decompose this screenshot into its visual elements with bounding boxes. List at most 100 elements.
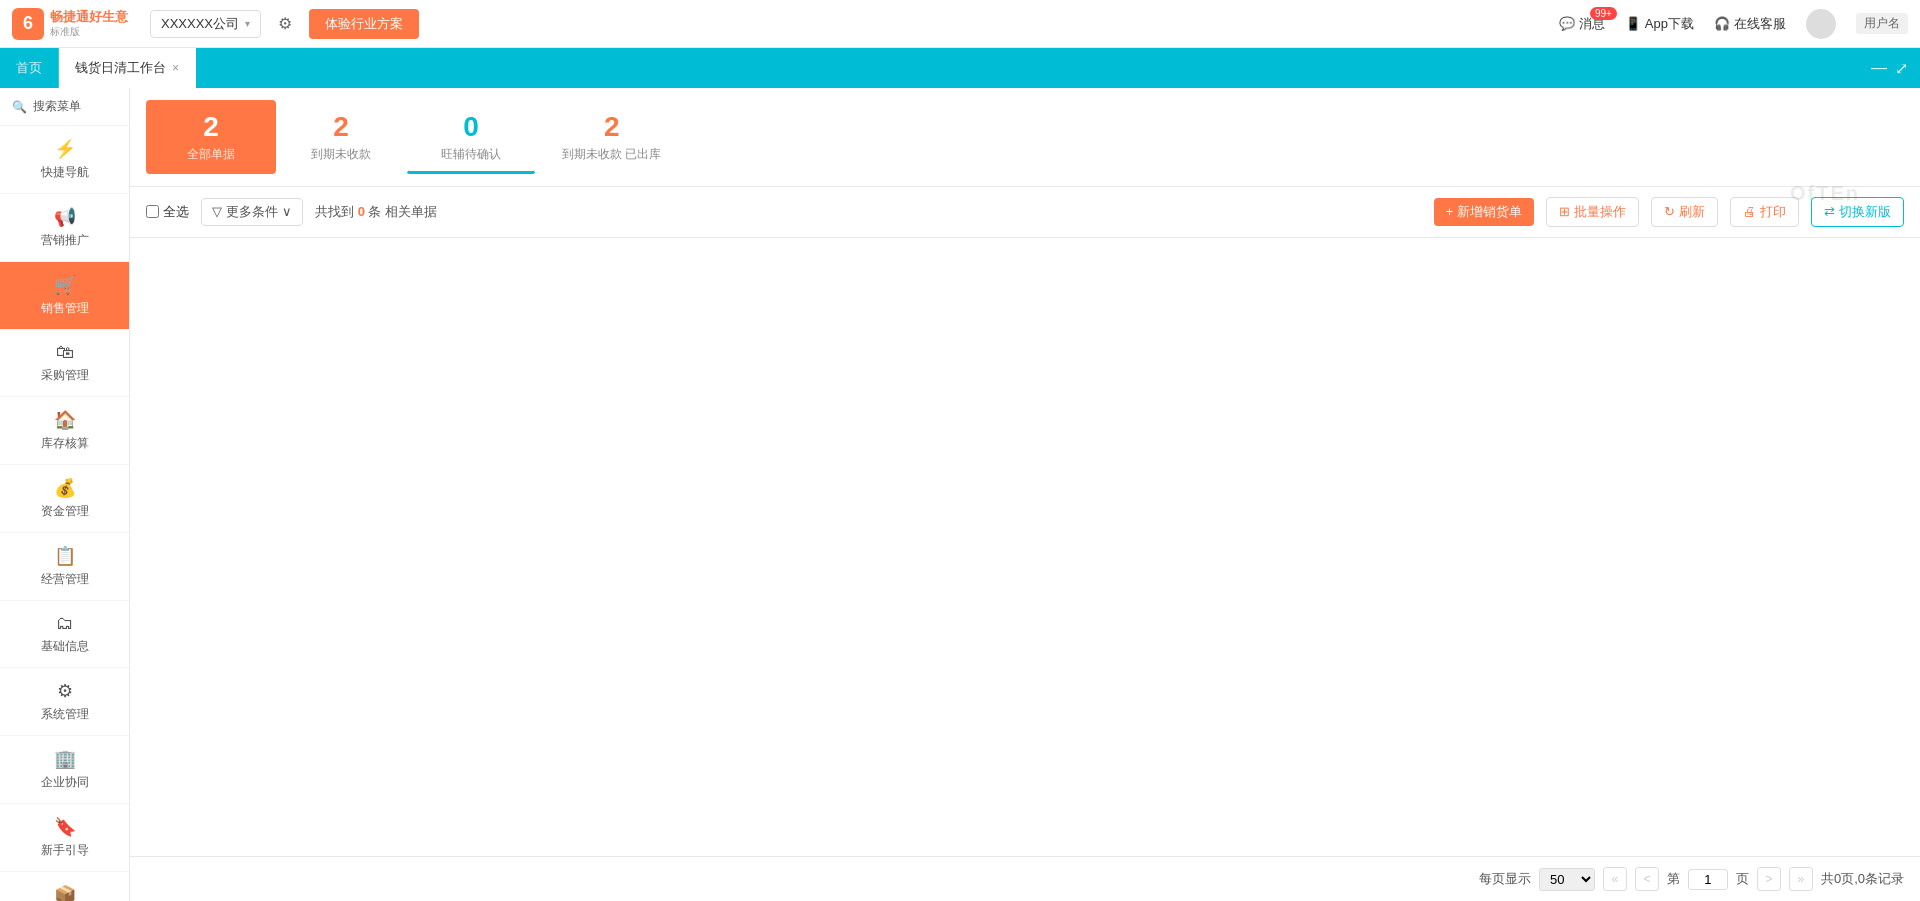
minimize-icon[interactable]: — xyxy=(1871,59,1887,77)
sales-icon: 🛒 xyxy=(54,274,76,296)
tab-home[interactable]: 首页 xyxy=(0,48,59,88)
system-icon: ⚙ xyxy=(57,680,73,702)
online-service-button[interactable]: 🎧 在线客服 xyxy=(1714,15,1786,33)
basics-icon: 🗂 xyxy=(56,613,74,634)
sidebar-item-label: 经营管理 xyxy=(41,571,89,588)
sidebar-item-sales[interactable]: 🛒 销售管理 xyxy=(0,262,129,330)
print-icon: 🖨 xyxy=(1743,204,1756,219)
avatar[interactable] xyxy=(1806,9,1836,39)
stat-wangpu-label: 旺辅待确认 xyxy=(432,146,510,163)
top-header: 6 畅捷通好生意 标准版 XXXXXX公司 ▾ ⚙ 体验行业方案 💬 消息 99… xyxy=(0,0,1920,48)
new-guide-icon: 🔖 xyxy=(54,816,76,838)
tab-workbench[interactable]: 钱货日清工作台 × xyxy=(59,48,196,88)
sidebar-item-basics[interactable]: 🗂 基础信息 xyxy=(0,601,129,668)
sidebar-item-quick-nav[interactable]: ⚡ 快捷导航 xyxy=(0,126,129,194)
last-page-button[interactable]: » xyxy=(1789,867,1813,891)
finance-icon: 💰 xyxy=(54,477,76,499)
sidebar-item-label: 系统管理 xyxy=(41,706,89,723)
message-icon: 💬 xyxy=(1559,16,1575,31)
company-selector[interactable]: XXXXXX公司 ▾ xyxy=(150,10,261,38)
batch-ops-label: 批量操作 xyxy=(1574,203,1626,221)
sidebar-item-app-center[interactable]: 📦 应用中心 xyxy=(0,872,129,901)
batch-ops-button[interactable]: ⊞ 批量操作 xyxy=(1546,197,1639,227)
sidebar-item-finance[interactable]: 💰 资金管理 xyxy=(0,465,129,533)
first-page-icon: « xyxy=(1612,872,1619,886)
per-page-select[interactable]: 50 100 200 xyxy=(1539,868,1595,891)
trial-button[interactable]: 体验行业方案 xyxy=(309,9,419,39)
batch-ops-icon: ⊞ xyxy=(1559,204,1570,219)
page-label: 第 xyxy=(1667,870,1680,888)
quick-nav-icon: ⚡ xyxy=(54,138,76,160)
new-sales-button[interactable]: + 新增销货单 xyxy=(1434,198,1534,226)
sidebar-item-label: 采购管理 xyxy=(41,367,89,384)
refresh-icon: ↻ xyxy=(1664,204,1675,219)
sidebar-search[interactable]: 🔍 搜索菜单 xyxy=(0,88,129,126)
switch-icon: ⇄ xyxy=(1824,204,1835,219)
sidebar-item-purchase[interactable]: 🛍 采购管理 xyxy=(0,330,129,397)
operations-icon: 📋 xyxy=(54,545,76,567)
company-chevron-icon: ▾ xyxy=(245,18,250,29)
prev-page-icon: < xyxy=(1643,872,1650,886)
sidebar-item-operations[interactable]: 📋 经营管理 xyxy=(0,533,129,601)
refresh-button[interactable]: ↻ 刷新 xyxy=(1651,197,1718,227)
stat-card-all[interactable]: 2 全部单据 xyxy=(146,100,276,174)
tab-bar: 首页 钱货日清工作台 × — ⤢ xyxy=(0,48,1920,88)
sidebar-item-marketing[interactable]: 📢 营销推广 xyxy=(0,194,129,262)
next-page-button[interactable]: > xyxy=(1757,867,1781,891)
prev-page-button[interactable]: < xyxy=(1635,867,1659,891)
sidebar-item-label: 库存核算 xyxy=(41,435,89,452)
tab-workbench-label: 钱货日清工作台 xyxy=(75,59,166,77)
switch-label: 切换新版 xyxy=(1839,203,1891,221)
refresh-label: 刷新 xyxy=(1679,203,1705,221)
gear-icon: ⚙ xyxy=(278,14,292,33)
per-page-label: 每页显示 xyxy=(1479,870,1531,888)
select-all-input[interactable] xyxy=(146,205,159,218)
header-right: 💬 消息 99+ 📱 App下载 🎧 在线客服 用户名 xyxy=(1559,9,1908,39)
sidebar: 🔍 搜索菜单 ⚡ 快捷导航 📢 营销推广 🛒 销售管理 🛍 采购管理 🏠 库存核… xyxy=(0,88,130,901)
logo-text: 畅捷通好生意 标准版 xyxy=(50,9,128,39)
purchase-icon: 🛍 xyxy=(56,342,74,363)
select-all-checkbox[interactable]: 全选 xyxy=(146,203,189,221)
stat-wangpu-number: 0 xyxy=(432,110,510,144)
search-icon: 🔍 xyxy=(12,100,27,114)
page-input[interactable] xyxy=(1688,869,1728,890)
more-filters-button[interactable]: ▽ 更多条件 ∨ xyxy=(201,198,303,226)
maximize-icon[interactable]: ⤢ xyxy=(1895,59,1908,78)
next-page-icon: > xyxy=(1765,872,1772,886)
more-filters-label: 更多条件 xyxy=(226,203,278,221)
settings-button[interactable]: ⚙ xyxy=(269,8,301,40)
stat-overdue-label: 到期未收款 xyxy=(302,146,380,163)
toolbar: 全选 ▽ 更多条件 ∨ 共找到 0 条 相关单据 + 新增销货单 ⊞ 批量操作 xyxy=(130,187,1920,238)
print-label: 打印 xyxy=(1760,203,1786,221)
filter-icon: ▽ xyxy=(212,204,222,219)
first-page-button[interactable]: « xyxy=(1603,867,1627,891)
stat-card-wangpu[interactable]: 0 旺辅待确认 xyxy=(406,100,536,174)
app-download-button[interactable]: 📱 App下载 xyxy=(1625,15,1694,33)
message-button[interactable]: 💬 消息 99+ xyxy=(1559,15,1605,33)
sidebar-item-new-guide[interactable]: 🔖 新手引导 xyxy=(0,804,129,872)
sidebar-item-system[interactable]: ⚙ 系统管理 xyxy=(0,668,129,736)
stat-card-overdue-shipped[interactable]: 2 到期未收款 已出库 xyxy=(536,100,687,174)
last-page-icon: » xyxy=(1798,872,1805,886)
app-name: 畅捷通好生意 xyxy=(50,9,128,26)
sidebar-item-label: 企业协同 xyxy=(41,774,89,791)
sidebar-item-inventory[interactable]: 🏠 库存核算 xyxy=(0,397,129,465)
sidebar-item-label: 快捷导航 xyxy=(41,164,89,181)
message-badge: 99+ xyxy=(1590,7,1617,20)
sidebar-item-label: 营销推广 xyxy=(41,232,89,249)
filter-chevron-icon: ∨ xyxy=(282,204,292,219)
logo-area: 6 畅捷通好生意 标准版 xyxy=(12,8,142,40)
stat-all-number: 2 xyxy=(172,110,250,144)
stat-card-overdue[interactable]: 2 到期未收款 xyxy=(276,100,406,174)
tab-close-icon[interactable]: × xyxy=(172,61,179,75)
print-button[interactable]: 🖨 打印 xyxy=(1730,197,1799,227)
user-name[interactable]: 用户名 xyxy=(1856,13,1908,34)
sidebar-item-enterprise-coop[interactable]: 🏢 企业协同 xyxy=(0,736,129,804)
app-center-icon: 📦 xyxy=(54,884,76,901)
sidebar-item-label: 基础信息 xyxy=(41,638,89,655)
inventory-icon: 🏠 xyxy=(54,409,76,431)
stat-overdue-shipped-number: 2 xyxy=(562,110,661,144)
tab-bar-actions: — ⤢ xyxy=(1871,48,1920,88)
switch-new-version-button[interactable]: ⇄ 切换新版 xyxy=(1811,197,1904,227)
select-all-label: 全选 xyxy=(163,203,189,221)
